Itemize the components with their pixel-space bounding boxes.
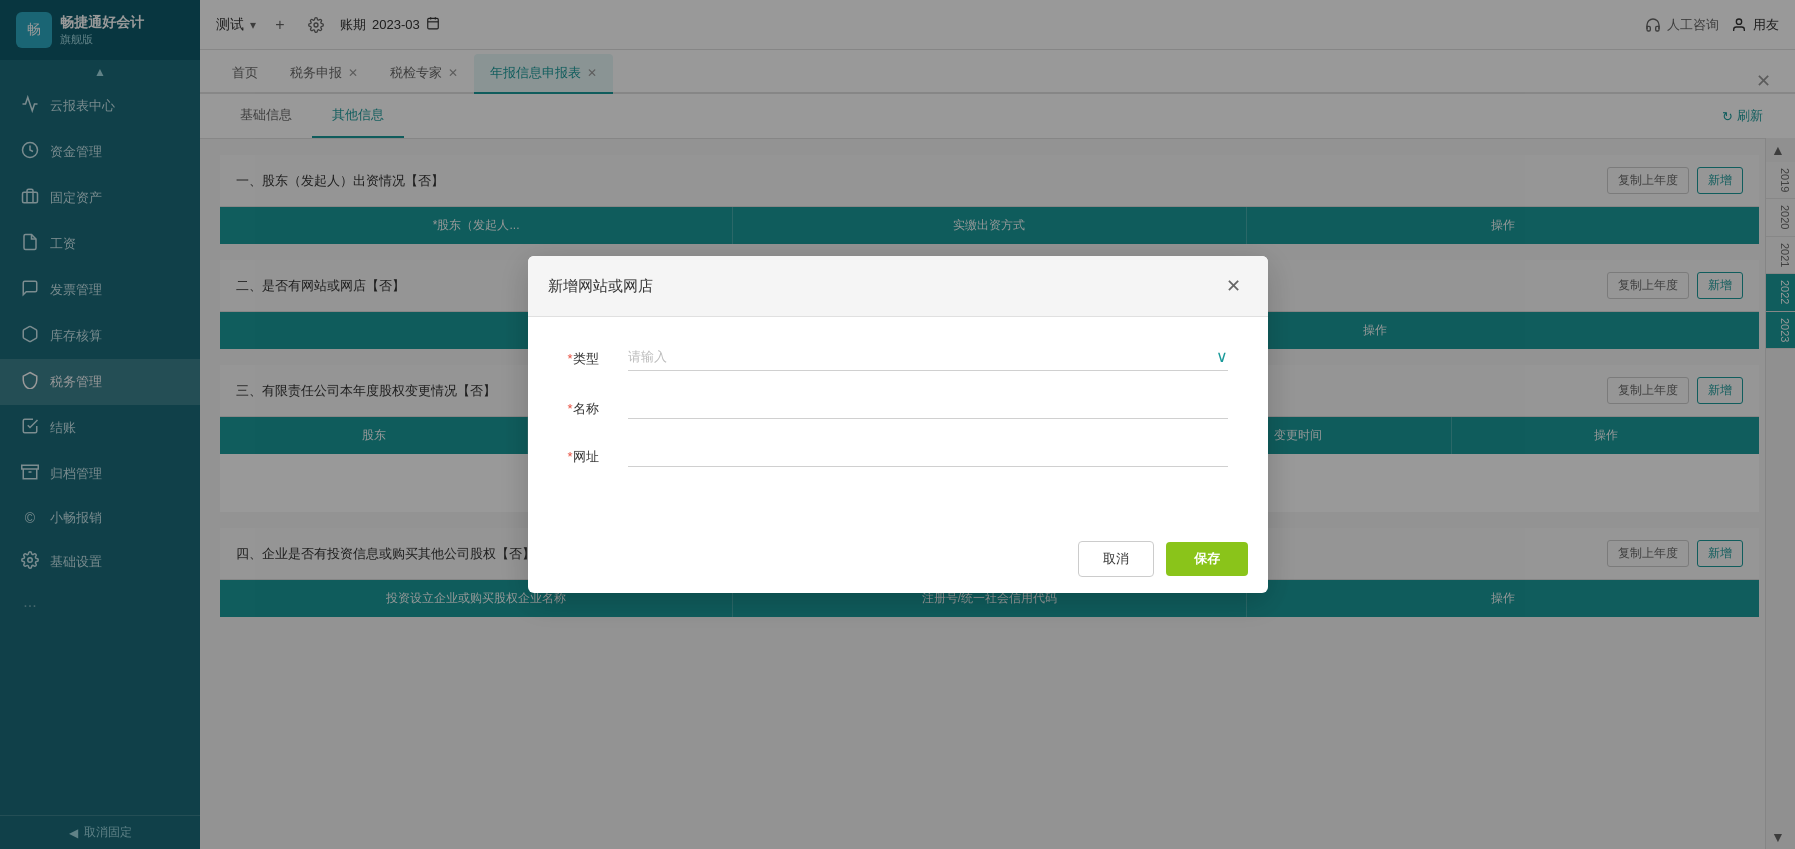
form-field-type: *类型 ∨ bbox=[568, 347, 1228, 371]
type-input-wrap: ∨ bbox=[628, 347, 1228, 371]
form-label-name: *名称 bbox=[568, 400, 628, 418]
modal-overlay[interactable]: 新增网站或网店 ✕ *类型 ∨ *名称 bbox=[0, 0, 1795, 849]
name-input[interactable] bbox=[628, 399, 1228, 414]
type-dropdown-icon[interactable]: ∨ bbox=[1216, 347, 1228, 366]
form-field-url: *网址 bbox=[568, 447, 1228, 467]
modal-footer: 取消 保存 bbox=[528, 525, 1268, 593]
name-label-text: 名称 bbox=[573, 401, 599, 416]
modal-header: 新增网站或网店 ✕ bbox=[528, 256, 1268, 317]
type-label-text: 类型 bbox=[573, 351, 599, 366]
url-label-text: 网址 bbox=[573, 449, 599, 464]
modal-close-btn[interactable]: ✕ bbox=[1220, 272, 1248, 300]
form-label-type: *类型 bbox=[568, 350, 628, 368]
modal-title: 新增网站或网店 bbox=[548, 277, 653, 296]
modal-body: *类型 ∨ *名称 *网址 bbox=[528, 317, 1268, 525]
cancel-btn[interactable]: 取消 bbox=[1078, 541, 1154, 577]
save-btn[interactable]: 保存 bbox=[1166, 542, 1248, 576]
url-input[interactable] bbox=[628, 447, 1228, 462]
form-label-url: *网址 bbox=[568, 448, 628, 466]
type-input[interactable] bbox=[628, 349, 1216, 364]
form-field-name: *名称 bbox=[568, 399, 1228, 419]
name-input-wrap bbox=[628, 399, 1228, 419]
url-input-wrap bbox=[628, 447, 1228, 467]
modal-add-website: 新增网站或网店 ✕ *类型 ∨ *名称 bbox=[528, 256, 1268, 593]
